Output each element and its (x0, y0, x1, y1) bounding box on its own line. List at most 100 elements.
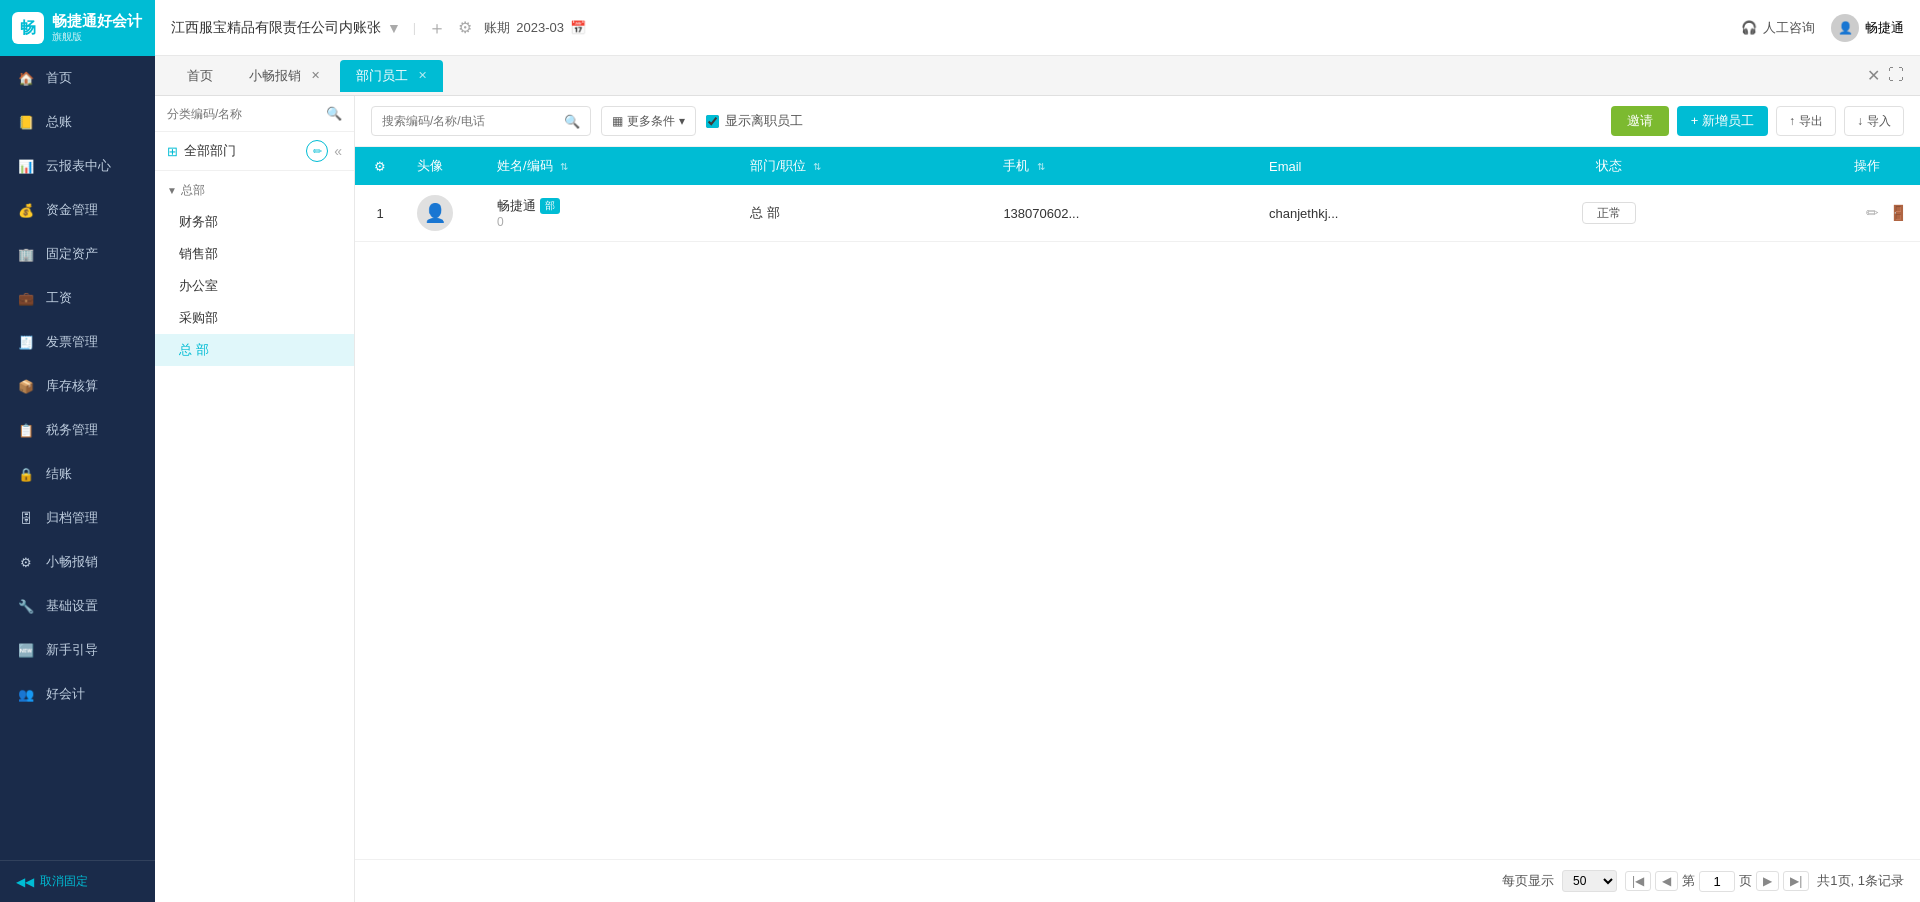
employee-table-wrap: ⚙ 头像 姓名/编码 ⇅ 部门/职位 ⇅ 手机 ⇅ Email 状态 操作 (355, 147, 1920, 859)
sidebar-item-invoice[interactable]: 🧾 发票管理 (0, 320, 155, 364)
col-phone[interactable]: 手机 ⇅ (991, 147, 1257, 185)
sidebar-item-closing[interactable]: 🔒 结账 (0, 452, 155, 496)
sidebar-item-inventory-label: 库存核算 (46, 377, 98, 395)
sidebar: 畅 畅捷通好会计 旗舰版 🏠 首页 📒 总账 📊 云报表中心 💰 资金管理 🏢 … (0, 0, 155, 902)
sidebar-item-assets[interactable]: 🏢 固定资产 (0, 232, 155, 276)
col-email: Email (1257, 147, 1505, 185)
tab-expand-icon[interactable]: ⛶ (1888, 66, 1904, 85)
dept-all-header: ⊞ 全部部门 ✏ « (155, 132, 354, 171)
add-company-button[interactable]: ＋ (428, 16, 446, 40)
dept-item-sales[interactable]: 销售部 (155, 238, 354, 270)
guide-icon: 🆕 (16, 640, 36, 660)
row-actions: ✏ 🚪 (1725, 204, 1908, 222)
tab-close-all-icon[interactable]: ✕ (1867, 66, 1880, 85)
page-first-button[interactable]: |◀ (1625, 871, 1651, 891)
dept-item-general[interactable]: 总 部 (155, 334, 354, 366)
dept-tree: ▼ 总部 财务部 销售部 办公室 采购部 总 部 (155, 171, 354, 902)
tab-home[interactable]: 首页 (171, 60, 229, 92)
filter-button[interactable]: ▦ 更多条件 ▾ (601, 106, 696, 136)
reports-icon: 📊 (16, 156, 36, 176)
dept-search-input[interactable] (167, 107, 320, 121)
dept-collapse-button[interactable]: « (334, 143, 342, 159)
support-button[interactable]: 🎧 人工咨询 (1741, 19, 1815, 37)
cell-name: 畅捷通 部 0 (485, 185, 738, 242)
dept-panel: 🔍 ⊞ 全部部门 ✏ « ▼ 总部 财务部 销售部 办公室 采购部 总 部 (155, 96, 355, 902)
sidebar-item-guide[interactable]: 🆕 新手引导 (0, 628, 155, 672)
export-button[interactable]: ↑ 导出 (1776, 106, 1836, 136)
add-employee-button[interactable]: + 新增员工 (1677, 106, 1768, 136)
per-page-label: 每页显示 (1502, 872, 1554, 890)
support-label: 人工咨询 (1763, 19, 1815, 37)
filter-label: 更多条件 (627, 113, 675, 130)
ledger-icon: 📒 (16, 112, 36, 132)
employee-table-body: 1 👤 畅捷通 部 0 总 部 138070602... chanjethkj.… (355, 185, 1920, 242)
dept-search-box: 🔍 (155, 96, 354, 132)
assets-icon: 🏢 (16, 244, 36, 264)
delete-icon[interactable]: 🚪 (1889, 204, 1908, 222)
tab-expense-close[interactable]: ✕ (311, 69, 320, 82)
period-value: 2023-03 (516, 20, 564, 35)
show-resigned-input[interactable] (706, 115, 719, 128)
user-menu[interactable]: 👤 畅捷通 (1831, 14, 1904, 42)
tab-expense[interactable]: 小畅报销 ✕ (233, 60, 336, 92)
sidebar-item-ledger[interactable]: 📒 总账 (0, 100, 155, 144)
dept-item-office[interactable]: 办公室 (155, 270, 354, 302)
employee-search-icon[interactable]: 🔍 (564, 114, 580, 129)
dept-item-finance[interactable]: 财务部 (155, 206, 354, 238)
employee-avatar: 👤 (417, 195, 453, 231)
page-navigation: |◀ ◀ 第 页 ▶ ▶| (1625, 871, 1809, 892)
sidebar-item-home-label: 首页 (46, 69, 72, 87)
pin-icon: ◀◀ (16, 875, 34, 889)
page-next-button[interactable]: ▶ (1756, 871, 1779, 891)
topbar-divider1: | (413, 20, 416, 35)
edit-icon[interactable]: ✏ (1866, 204, 1879, 222)
sidebar-item-archive[interactable]: 🗄 归档管理 (0, 496, 155, 540)
tab-home-label: 首页 (187, 67, 213, 85)
topbar-settings-icon[interactable]: ⚙ (458, 18, 472, 37)
import-button[interactable]: ↓ 导入 (1844, 106, 1904, 136)
tab-employees-close[interactable]: ✕ (418, 69, 427, 82)
sidebar-item-funds[interactable]: 💰 资金管理 (0, 188, 155, 232)
content-area: 🔍 ⊞ 全部部门 ✏ « ▼ 总部 财务部 销售部 办公室 采购部 总 部 (155, 96, 1920, 902)
pagination: 每页显示 50 10 20 100 |◀ ◀ 第 页 ▶ ▶| 共1页, 1条记… (355, 859, 1920, 902)
sidebar-item-others[interactable]: 👥 好会计 (0, 672, 155, 716)
per-page-select[interactable]: 50 10 20 100 (1562, 870, 1617, 892)
sidebar-item-settings[interactable]: 🔧 基础设置 (0, 584, 155, 628)
sidebar-item-payroll[interactable]: 💼 工资 (0, 276, 155, 320)
col-actions: 操作 (1713, 147, 1920, 185)
dept-group-zongbu: ▼ 总部 (155, 175, 354, 206)
sidebar-item-invoice-label: 发票管理 (46, 333, 98, 351)
dept-search-icon[interactable]: 🔍 (326, 106, 342, 121)
invite-button[interactable]: 邀请 (1611, 106, 1669, 136)
page-last-button[interactable]: ▶| (1783, 871, 1809, 891)
calendar-icon[interactable]: 📅 (570, 20, 586, 35)
sidebar-item-tax[interactable]: 📋 税务管理 (0, 408, 155, 452)
closing-icon: 🔒 (16, 464, 36, 484)
cell-avatar: 👤 (405, 185, 485, 242)
col-dept[interactable]: 部门/职位 ⇅ (738, 147, 991, 185)
col-name[interactable]: 姓名/编码 ⇅ (485, 147, 738, 185)
page-number-input[interactable] (1699, 871, 1735, 892)
dept-item-purchase[interactable]: 采购部 (155, 302, 354, 334)
app-name: 畅捷通好会计 (52, 12, 142, 30)
page-prev-button[interactable]: ◀ (1655, 871, 1678, 891)
sidebar-item-reports[interactable]: 📊 云报表中心 (0, 144, 155, 188)
main-area: 江西服宝精品有限责任公司内账张 ▼ | ＋ ⚙ 账期 2023-03 📅 🎧 人… (155, 0, 1920, 902)
dept-edit-button[interactable]: ✏ (306, 140, 328, 162)
name-code-cell: 畅捷通 部 0 (497, 197, 726, 229)
sidebar-item-inventory[interactable]: 📦 库存核算 (0, 364, 155, 408)
page-prefix-label: 第 (1682, 872, 1695, 890)
employee-search-box: 🔍 (371, 106, 591, 136)
col-status: 状态 (1505, 147, 1712, 185)
show-resigned-checkbox[interactable]: 显示离职员工 (706, 112, 803, 130)
payroll-icon: 💼 (16, 288, 36, 308)
company-selector[interactable]: 江西服宝精品有限责任公司内账张 ▼ (171, 19, 401, 37)
tab-employees[interactable]: 部门员工 ✕ (340, 60, 443, 92)
employee-search-input[interactable] (382, 114, 564, 128)
sidebar-pin[interactable]: ◀◀ 取消固定 (0, 860, 155, 902)
sidebar-item-home[interactable]: 🏠 首页 (0, 56, 155, 100)
col-settings[interactable]: ⚙ (355, 147, 405, 185)
sidebar-item-expense[interactable]: ⚙ 小畅报销 (0, 540, 155, 584)
sidebar-item-ledger-label: 总账 (46, 113, 72, 131)
dept-all-label[interactable]: 全部部门 (184, 142, 300, 160)
